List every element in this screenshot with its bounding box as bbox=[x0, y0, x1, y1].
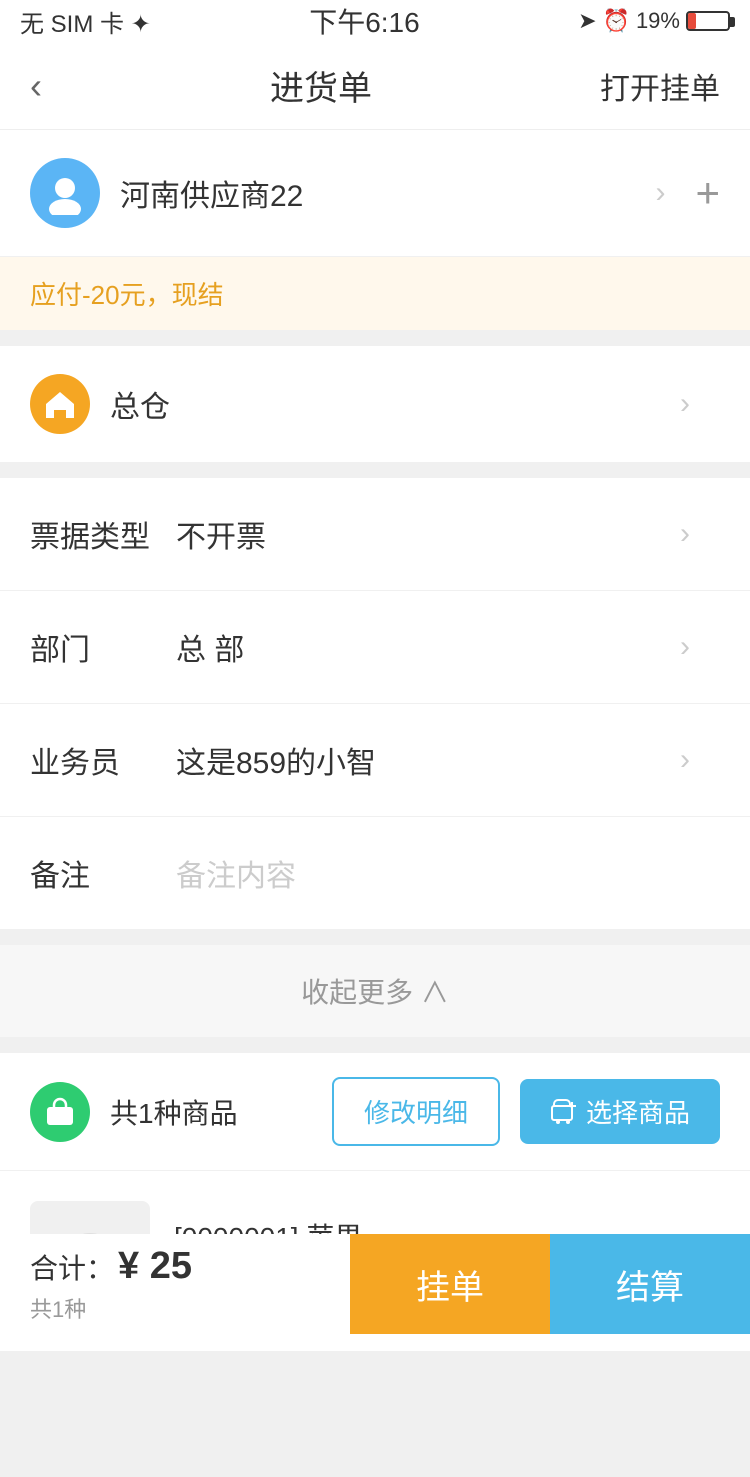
warehouse-chevron-icon: › bbox=[680, 387, 690, 421]
warehouse-icon bbox=[30, 374, 90, 434]
department-chevron-icon: › bbox=[680, 630, 690, 664]
hang-button[interactable]: 挂单 bbox=[350, 1234, 550, 1334]
edit-detail-button[interactable]: 修改明细 bbox=[332, 1077, 500, 1146]
shopping-bag-icon bbox=[43, 1095, 77, 1129]
total-label: 合计： bbox=[30, 1247, 114, 1287]
select-product-button[interactable]: 选择商品 bbox=[520, 1079, 720, 1144]
salesperson-chevron-icon: › bbox=[680, 743, 690, 777]
product-count-label: 共1种商品 bbox=[110, 1092, 312, 1132]
page-title: 进货单 bbox=[270, 61, 372, 110]
warehouse-row[interactable]: 总仓 › bbox=[0, 346, 750, 462]
form-section: 票据类型 不开票 › 部门 总 部 › 业务员 这是859的小智 › 备注 备注… bbox=[0, 478, 750, 929]
warehouse-section: 总仓 › bbox=[0, 346, 750, 462]
settle-button[interactable]: 结算 bbox=[550, 1234, 750, 1334]
supplier-chevron-icon: › bbox=[655, 176, 665, 210]
invoice-label: 票据类型 bbox=[30, 512, 160, 556]
form-row-salesperson[interactable]: 业务员 这是859的小智 › bbox=[0, 704, 750, 817]
salesperson-label: 业务员 bbox=[30, 738, 160, 782]
product-header: 共1种商品 修改明细 选择商品 bbox=[0, 1053, 750, 1171]
nav-bar: ‹ 进货单 打开挂单 bbox=[0, 42, 750, 130]
hang-label: 挂单 bbox=[416, 1260, 484, 1309]
add-button[interactable]: + bbox=[695, 172, 720, 214]
alarm-icon: ⏰ bbox=[603, 8, 630, 34]
warehouse-name: 总仓 bbox=[110, 382, 680, 426]
supplier-avatar bbox=[30, 158, 100, 228]
total-section: 合计： ¥ 25 共1种 bbox=[0, 1245, 350, 1324]
status-right: ➤ ⏰ 19% bbox=[578, 8, 730, 34]
collapse-label: 收起更多 ∧ bbox=[301, 971, 449, 1011]
department-value: 总 部 bbox=[160, 625, 680, 669]
invoice-value: 不开票 bbox=[160, 512, 680, 556]
bottom-bar: 合计： ¥ 25 共1种 挂单 结算 bbox=[0, 1234, 750, 1334]
home-icon bbox=[42, 386, 78, 422]
department-label: 部门 bbox=[30, 625, 160, 669]
location-icon: ➤ bbox=[578, 8, 596, 34]
settle-label: 结算 bbox=[616, 1260, 684, 1309]
total-sub-label: 共1种 bbox=[30, 1292, 320, 1324]
form-row-department[interactable]: 部门 总 部 › bbox=[0, 591, 750, 704]
battery-icon bbox=[686, 11, 730, 31]
collapse-row[interactable]: 收起更多 ∧ bbox=[0, 945, 750, 1037]
supplier-name: 河南供应商22 bbox=[120, 171, 655, 215]
status-left: 无 SIM 卡 ✦ bbox=[20, 4, 151, 39]
notice-banner: 应付-20元，现结 bbox=[0, 257, 750, 330]
status-bar: 无 SIM 卡 ✦ 下午6:16 ➤ ⏰ 19% bbox=[0, 0, 750, 42]
sim-label: 无 SIM 卡 ✦ bbox=[20, 4, 151, 39]
back-button[interactable]: ‹ bbox=[30, 65, 42, 107]
form-row-remark[interactable]: 备注 备注内容 bbox=[0, 817, 750, 929]
remark-label: 备注 bbox=[30, 851, 160, 895]
cart-icon bbox=[550, 1098, 578, 1126]
select-product-label: 选择商品 bbox=[586, 1093, 690, 1130]
supplier-section: 河南供应商22 › + 应付-20元，现结 bbox=[0, 130, 750, 330]
battery-label: 19% bbox=[636, 8, 680, 34]
status-time: 下午6:16 bbox=[309, 1, 420, 41]
remark-input[interactable]: 备注内容 bbox=[160, 851, 720, 895]
open-pending-button[interactable]: 打开挂单 bbox=[600, 64, 720, 108]
user-icon bbox=[43, 171, 87, 215]
notice-text: 应付-20元，现结 bbox=[30, 280, 224, 310]
supplier-row[interactable]: 河南供应商22 › + bbox=[0, 130, 750, 257]
total-amount: ¥ 25 bbox=[118, 1245, 192, 1288]
form-row-invoice[interactable]: 票据类型 不开票 › bbox=[0, 478, 750, 591]
invoice-chevron-icon: › bbox=[680, 517, 690, 551]
product-count-icon bbox=[30, 1082, 90, 1142]
salesperson-value: 这是859的小智 bbox=[160, 738, 680, 782]
